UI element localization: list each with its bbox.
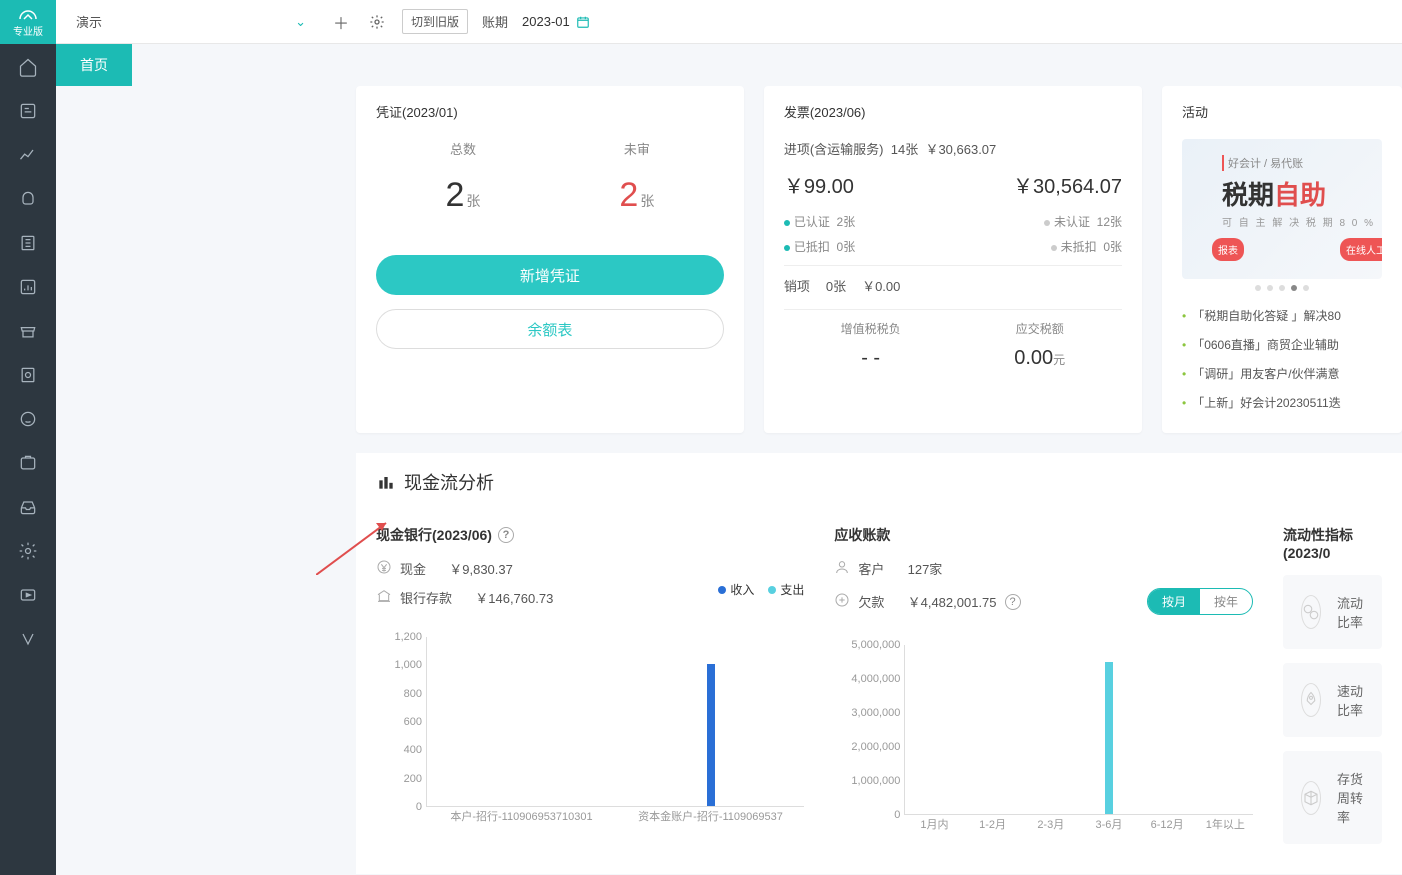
activity-card: 活动 好会计 / 易代账 税期自助 可 自 主 解 决 税 期 8 0 % 报表… — [1162, 86, 1402, 433]
activity-title: 活动 — [1182, 102, 1382, 121]
activity-item[interactable]: 「调研」用友客户/伙伴满意 — [1182, 359, 1382, 388]
liquidity-title: 流动性指标(2023/0 — [1283, 525, 1382, 561]
receivable-chart: 01,000,0002,000,0003,000,0004,000,0005,0… — [904, 645, 1253, 815]
folder-icon[interactable] — [15, 450, 41, 476]
voucher-total[interactable]: 总数 2张 — [445, 139, 480, 215]
calendar-icon — [576, 15, 590, 29]
app-logo: 专业版 — [0, 0, 56, 44]
cash-section-title: 现金流分析 — [404, 469, 494, 495]
cash-bank-title: 现金银行(2023/06) ? — [376, 525, 804, 545]
invoice-certified: 已认证 2张 — [784, 213, 855, 230]
ratio-icon — [1301, 595, 1321, 629]
invoice-amount-certified: ￥99.00 — [784, 170, 854, 199]
v-icon[interactable] — [15, 626, 41, 652]
invoice-uncertified: 未认证 12张 — [1044, 213, 1122, 230]
activity-list: 「税期自助化答疑 」解决80 「0606直播」商贸企业辅助 「调研」用友客户/伙… — [1182, 301, 1382, 417]
banner-pager[interactable] — [1182, 285, 1382, 291]
activity-item[interactable]: 「税期自助化答疑 」解决80 — [1182, 301, 1382, 330]
voucher-card: 凭证(2023/01) 总数 2张 未审 2张 新增凭证 余额表 — [356, 86, 744, 433]
tabs: 首页 — [56, 44, 132, 86]
activity-item[interactable]: 「上新」好会计20230511迭 — [1182, 388, 1382, 417]
help-icon[interactable]: ? — [1005, 594, 1021, 610]
banner-badge-support: 在线人工 — [1340, 238, 1382, 261]
yen-icon — [376, 559, 392, 578]
user-icon — [834, 559, 850, 578]
rocket-icon — [1301, 683, 1321, 717]
period-select[interactable]: 2023-01 — [522, 14, 590, 29]
add-voucher-button[interactable]: 新增凭证 — [376, 255, 724, 295]
book-icon[interactable] — [15, 230, 41, 256]
activity-banner[interactable]: 好会计 / 易代账 税期自助 可 自 主 解 决 税 期 8 0 % 报表 在线… — [1182, 139, 1382, 279]
gear-icon[interactable] — [366, 11, 388, 33]
toggle-month[interactable]: 按月 — [1148, 589, 1200, 614]
period-label: 账期 — [482, 12, 508, 31]
add-icon[interactable]: ＋ — [330, 11, 352, 33]
cash-flow-section: 现金流分析 现金银行(2023/06) ? 现金 ￥9,830.37 — [356, 453, 1402, 874]
doc-icon[interactable] — [15, 362, 41, 388]
settings-icon[interactable] — [15, 538, 41, 564]
tab-home[interactable]: 首页 — [56, 44, 132, 86]
inbox-icon[interactable] — [15, 494, 41, 520]
toggle-year[interactable]: 按年 — [1200, 589, 1252, 614]
face-icon[interactable] — [15, 406, 41, 432]
invoice-title: 发票(2023/06) — [784, 102, 1122, 121]
help-icon[interactable]: ? — [498, 527, 514, 543]
vat-burden: 增值税税负 - - — [841, 320, 901, 370]
invoice-amount-uncertified: ￥30,564.07 — [1013, 170, 1122, 199]
banner-badge-report: 报表 — [1212, 238, 1244, 261]
liquidity-inventory-turnover[interactable]: 存货周转率 — [1283, 751, 1382, 844]
invoice-incoming-summary: 进项(含运输服务) 14张 ￥30,663.07 — [784, 139, 1122, 158]
debt-icon — [834, 592, 850, 611]
receivable-title: 应收账款 — [834, 525, 1253, 545]
bank-icon — [376, 588, 392, 607]
topbar: 演示 ⌄ ＋ 切到旧版 账期 2023-01 — [0, 0, 1402, 44]
invoice-undeducted: 未抵扣 0张 — [1051, 238, 1122, 255]
stats-icon[interactable] — [15, 274, 41, 300]
cash-bank-chart: 02004006008001,0001,200本户-招行-11090695371… — [426, 637, 804, 807]
invoice-deducted: 已抵扣 0张 — [784, 238, 855, 255]
liquidity-quick-ratio[interactable]: 速动比率 — [1283, 663, 1382, 737]
company-select[interactable]: 演示 ⌄ — [66, 8, 316, 36]
money-icon[interactable] — [15, 186, 41, 212]
debt-value: 欠款 ￥4,482,001.75 ? — [834, 592, 1020, 611]
voucher-title: 凭证(2023/01) — [376, 102, 724, 121]
chevron-down-icon: ⌄ — [295, 14, 306, 30]
video-icon[interactable] — [15, 582, 41, 608]
chart-legend: 收入 支出 — [718, 581, 804, 598]
liquidity-current-ratio[interactable]: 流动比率 — [1283, 575, 1382, 649]
balance-sheet-button[interactable]: 余额表 — [376, 309, 724, 349]
invoice-sales: 销项 0张 ￥0.00 — [784, 276, 1122, 295]
activity-item[interactable]: 「0606直播」商贸企业辅助 — [1182, 330, 1382, 359]
chart-icon[interactable] — [15, 142, 41, 168]
switch-old-version-button[interactable]: 切到旧版 — [402, 9, 468, 34]
voucher-unaudited[interactable]: 未审 2张 — [619, 139, 654, 215]
period-toggle[interactable]: 按月 按年 — [1147, 588, 1253, 615]
shop-icon[interactable] — [15, 318, 41, 344]
home-icon[interactable] — [15, 54, 41, 80]
bar-chart-icon — [376, 472, 396, 492]
tax-payable: 应交税额 0.00元 — [1014, 320, 1065, 370]
customer-count: 客户 127家 — [834, 559, 1253, 578]
cash-value: 现金 ￥9,830.37 — [376, 559, 804, 578]
invoice-card: 发票(2023/06) 进项(含运输服务) 14张 ￥30,663.07 ￥99… — [764, 86, 1142, 433]
voucher-icon[interactable] — [15, 98, 41, 124]
sidebar — [0, 44, 56, 875]
box-icon — [1301, 781, 1321, 815]
